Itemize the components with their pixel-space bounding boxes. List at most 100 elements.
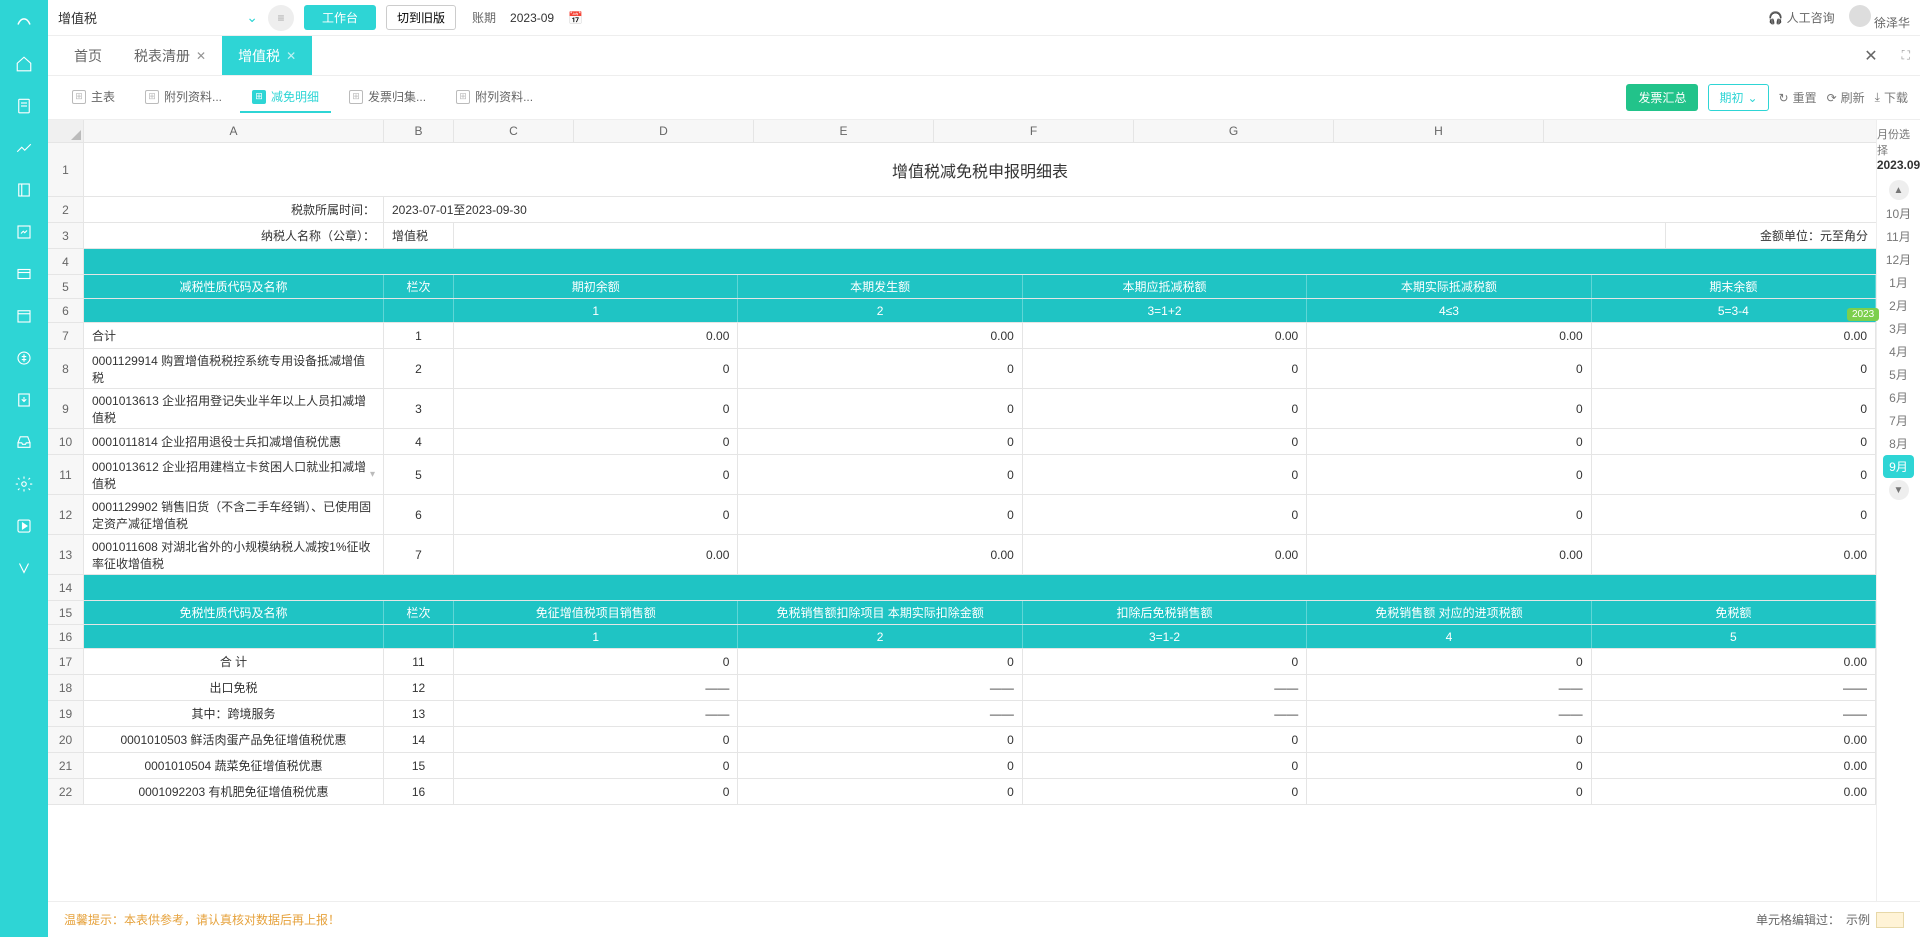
tab-home[interactable]: 首页 (58, 36, 118, 75)
spreadsheet[interactable]: ABCDEFGH1增值税减免税申报明细表2税款所属时间：2023-07-01至2… (48, 120, 1876, 901)
nav-home-icon[interactable] (12, 52, 36, 76)
tab2-reduction-detail[interactable]: ⊞减免明细 (240, 82, 331, 113)
value-cell[interactable]: 0 (1023, 455, 1307, 494)
col-header[interactable]: G (1134, 120, 1334, 142)
nav-v-icon[interactable] (12, 556, 36, 580)
value-cell[interactable]: 0 (1307, 779, 1591, 804)
value-cell[interactable]: 0 (454, 455, 738, 494)
period-init-button[interactable]: 期初 ⌄ (1708, 84, 1768, 111)
value-cell[interactable]: —— (454, 701, 738, 726)
value-cell[interactable]: —— (1023, 675, 1307, 700)
value-cell[interactable]: 0.00 (1592, 727, 1876, 752)
col-header[interactable]: C (454, 120, 574, 142)
value-cell[interactable]: 0 (454, 649, 738, 674)
value-cell[interactable]: 0.00 (738, 323, 1022, 348)
value-cell[interactable]: 0 (738, 389, 1022, 428)
value-cell[interactable]: 0 (1023, 495, 1307, 534)
tab-vat[interactable]: 增值税✕ (222, 36, 312, 75)
value-cell[interactable]: —— (1592, 675, 1876, 700)
value-cell[interactable]: 0.00 (1023, 535, 1307, 574)
exempt-name-cell[interactable]: 0001010504 蔬菜免征增值税优惠 (84, 753, 384, 778)
value-cell[interactable]: 0 (1307, 649, 1591, 674)
logo-icon[interactable] (10, 6, 38, 34)
user-menu[interactable]: 徐泽华 (1849, 5, 1910, 31)
value-cell[interactable]: 0 (1023, 753, 1307, 778)
exempt-name-cell[interactable]: 出口免税 (84, 675, 384, 700)
value-cell[interactable]: 0 (1592, 389, 1876, 428)
exempt-name-cell[interactable]: 0001010503 鲜活肉蛋产品免征增值税优惠 (84, 727, 384, 752)
value-cell[interactable]: 0 (738, 349, 1022, 388)
month-option[interactable]: 2月 (1879, 294, 1918, 317)
value-cell[interactable]: 0.00 (1023, 323, 1307, 348)
value-cell[interactable]: 0 (1307, 455, 1591, 494)
tab2-attach1[interactable]: ⊞附列资料... (133, 82, 234, 113)
nav-calendar-icon[interactable] (12, 304, 36, 328)
list-icon-button[interactable]: ≡ (268, 5, 294, 31)
value-cell[interactable]: 0 (454, 429, 738, 454)
consult-link[interactable]: 🎧 人工咨询 (1768, 9, 1834, 26)
value-cell[interactable]: —— (738, 675, 1022, 700)
month-option[interactable]: 9月 (1883, 455, 1914, 478)
workbench-button[interactable]: 工作台 (304, 5, 376, 30)
reset-button[interactable]: ↻ 重置 (1779, 89, 1817, 106)
value-cell[interactable]: 0 (454, 495, 738, 534)
reduction-name-cell[interactable]: 0001013612 企业招用建档立卡贫困人口就业扣减增值税▾ (84, 455, 384, 494)
value-cell[interactable]: 0 (738, 429, 1022, 454)
value-cell[interactable]: —— (1307, 675, 1591, 700)
period-value[interactable]: 2023-09 (510, 11, 554, 25)
value-cell[interactable]: 0 (1023, 779, 1307, 804)
close-all-tabs[interactable]: ✕ (1850, 36, 1891, 75)
value-cell[interactable]: 0 (738, 455, 1022, 494)
value-cell[interactable]: —— (1592, 701, 1876, 726)
refresh-button[interactable]: ⟳ 刷新 (1827, 89, 1865, 106)
month-prev-icon[interactable]: ▲ (1889, 180, 1909, 200)
value-cell[interactable]: —— (1307, 701, 1591, 726)
col-header[interactable]: F (934, 120, 1134, 142)
value-cell[interactable]: 0.00 (1592, 779, 1876, 804)
col-header[interactable]: D (574, 120, 754, 142)
tab2-attach2[interactable]: ⊞附列资料... (444, 82, 545, 113)
reduction-name-cell[interactable]: 0001129914 购置增值税税控系统专用设备抵减增值税 (84, 349, 384, 388)
chevron-down-icon[interactable]: ▾ (370, 469, 375, 480)
reduction-name-cell[interactable]: 0001011814 企业招用退役士兵扣减增值税优惠 (84, 429, 384, 454)
value-cell[interactable]: 0 (738, 779, 1022, 804)
value-cell[interactable]: 0 (1023, 727, 1307, 752)
value-cell[interactable]: 0 (738, 727, 1022, 752)
switch-old-button[interactable]: 切到旧版 (386, 5, 456, 30)
value-cell[interactable]: 0 (1307, 727, 1591, 752)
invoice-summary-button[interactable]: 发票汇总 (1626, 84, 1698, 111)
reduction-name-cell[interactable]: 0001013613 企业招用登记失业半年以上人员扣减增值税 (84, 389, 384, 428)
value-cell[interactable]: 0 (1592, 495, 1876, 534)
month-option[interactable]: 5月 (1879, 363, 1918, 386)
value-cell[interactable]: 0 (738, 649, 1022, 674)
value-cell[interactable]: 0.00 (1592, 649, 1876, 674)
value-cell[interactable]: 0 (454, 753, 738, 778)
month-option[interactable]: 6月 (1879, 386, 1918, 409)
select-all-corner[interactable] (48, 120, 84, 142)
month-option[interactable]: 12月 (1879, 248, 1918, 271)
value-cell[interactable]: 0 (1307, 753, 1591, 778)
expand-icon[interactable]: ⛶ (1892, 36, 1920, 75)
month-next-icon[interactable]: ▼ (1889, 480, 1909, 500)
value-cell[interactable]: —— (1023, 701, 1307, 726)
value-cell[interactable]: 0.00 (1592, 323, 1876, 348)
nav-tax-icon[interactable] (12, 262, 36, 286)
col-header[interactable]: H (1334, 120, 1544, 142)
nav-report-icon[interactable] (12, 220, 36, 244)
month-option[interactable]: 8月 (1879, 432, 1918, 455)
value-cell[interactable]: 0 (1023, 389, 1307, 428)
value-cell[interactable]: 0.00 (1592, 535, 1876, 574)
download-button[interactable]: ⤓ 下载 (1875, 89, 1908, 106)
value-cell[interactable]: 0.00 (1307, 323, 1591, 348)
nav-money-icon[interactable] (12, 346, 36, 370)
value-cell[interactable]: 0 (1023, 349, 1307, 388)
value-cell[interactable]: 0.00 (738, 535, 1022, 574)
month-option[interactable]: 7月 (1879, 409, 1918, 432)
value-cell[interactable]: 0 (1023, 429, 1307, 454)
nav-book-icon[interactable] (12, 178, 36, 202)
col-header[interactable]: E (754, 120, 934, 142)
nav-export-icon[interactable] (12, 388, 36, 412)
value-cell[interactable]: 0 (1307, 495, 1591, 534)
value-cell[interactable]: 0 (1592, 429, 1876, 454)
nav-settings-icon[interactable] (12, 472, 36, 496)
